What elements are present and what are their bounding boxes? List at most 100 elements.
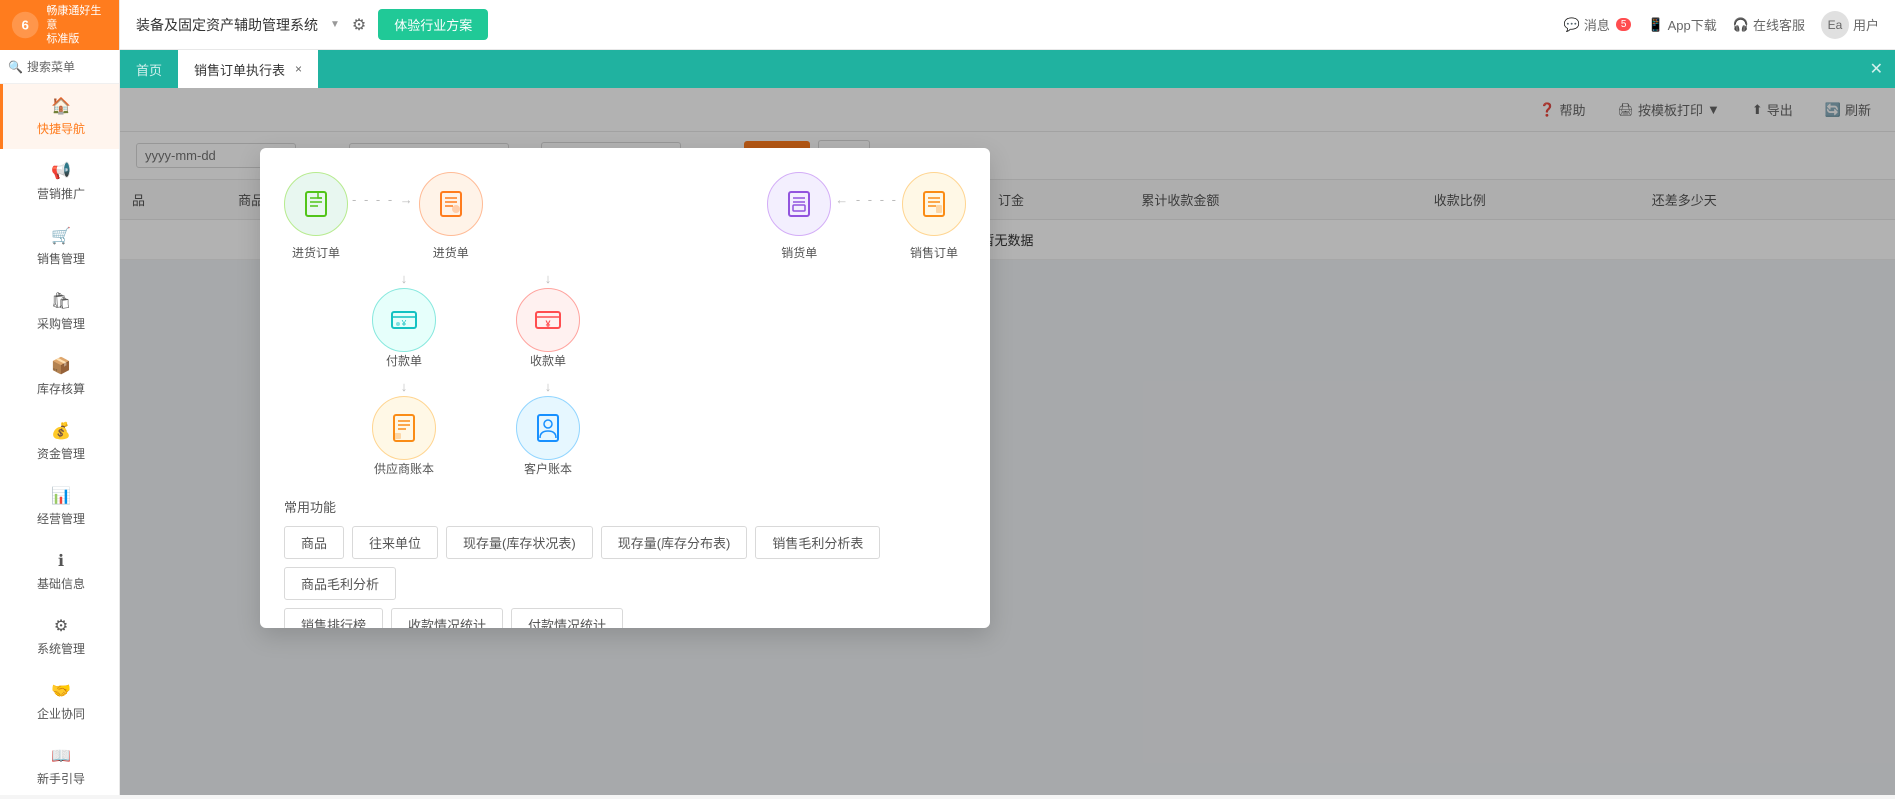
system-icon: ⚙: [54, 616, 68, 636]
common-btn-stock-status[interactable]: 现存量(库存状况表): [446, 526, 593, 559]
main-content: 装备及固定资产辅助管理系统 ▼ ⚙ 体验行业方案 💬 消息 5 📱 App下载 …: [120, 0, 1895, 795]
common-btn-product[interactable]: 商品: [284, 526, 344, 559]
arrow-so-to-sb: ← - - - -: [831, 172, 902, 207]
quick-nav-modal: 进货订单 - - - - → 进货单: [260, 148, 990, 628]
sales-bill-label: 销货单: [781, 244, 817, 261]
sidebar: 6 畅康通好生意 标准版 🔍 搜索菜单 🏠 快捷导航 📢 营销推广 🛒 销售管理…: [0, 0, 120, 795]
sidebar-item-quick-nav[interactable]: 🏠 快捷导航: [0, 84, 119, 149]
common-btn-payment-stats[interactable]: 付款情况统计: [511, 608, 623, 628]
home-icon: 🏠: [51, 96, 71, 116]
app-download-button[interactable]: 📱 App下载: [1647, 15, 1716, 34]
common-functions-section: 常用功能 商品 往来单位 现存量(库存状况表) 现存量(库存分布表) 销售毛利分…: [284, 497, 966, 628]
modal-overlay[interactable]: 进货订单 - - - - → 进货单: [120, 88, 1895, 795]
common-btn-stock-dist[interactable]: 现存量(库存分布表): [601, 526, 748, 559]
sidebar-label-quick-nav: 快捷导航: [37, 120, 85, 137]
sales-bill-icon: [767, 172, 831, 236]
sidebar-item-basic-info[interactable]: ℹ 基础信息: [0, 539, 119, 604]
common-btn-sales-rank[interactable]: 销售排行榜: [284, 608, 383, 628]
sidebar-search[interactable]: 🔍 搜索菜单: [0, 50, 119, 84]
sb-to-receipt-flow: ↓ ¥ 收款单: [516, 269, 580, 369]
sidebar-item-finance[interactable]: 💰 资金管理: [0, 409, 119, 474]
settings-button[interactable]: ⚙: [352, 15, 366, 35]
sidebar-label-inventory: 库存核算: [37, 380, 85, 397]
customer-ledger-icon[interactable]: [516, 396, 580, 460]
supplier-ledger-flow: ↓ 供应商账本: [372, 377, 436, 477]
sidebar-logo: 6 畅康通好生意 标准版: [0, 0, 119, 50]
message-label: 消息: [1584, 15, 1610, 34]
sales-icon: 🛒: [51, 226, 71, 246]
sales-order-icon: [902, 172, 966, 236]
sidebar-label-purchase: 采购管理: [37, 315, 85, 332]
user-menu[interactable]: Ea 用户: [1821, 11, 1879, 39]
online-service-icon: 🎧: [1733, 17, 1749, 33]
common-btn-sales-profit[interactable]: 销售毛利分析表: [755, 526, 880, 559]
purchase-order-node[interactable]: 进货订单: [284, 172, 348, 261]
operation-icon: 📊: [51, 486, 71, 506]
supplier-ledger-icon[interactable]: [372, 396, 436, 460]
tab-close-icon[interactable]: ×: [295, 62, 302, 76]
search-label: 搜索菜单: [27, 58, 75, 75]
app-download-label: App下载: [1668, 15, 1717, 34]
sidebar-label-enterprise: 企业协同: [37, 705, 85, 722]
sidebar-label-system: 系统管理: [37, 640, 85, 657]
tab-sales-order-label: 销售订单执行表: [194, 60, 285, 79]
sidebar-item-marketing[interactable]: 📢 营销推广: [0, 149, 119, 214]
sales-order-label: 销售订单: [910, 244, 958, 261]
avatar: Ea: [1821, 11, 1849, 39]
sidebar-item-system[interactable]: ⚙ 系统管理: [0, 604, 119, 669]
svg-text:¥: ¥: [401, 319, 407, 328]
down-arrow-pb: ↓: [401, 269, 408, 288]
tab-home-label: 首页: [136, 60, 162, 79]
page-area: ❓ 帮助 🖨 按模板打印 ▼ ⬆ 导出 🔄 刷新: [120, 88, 1895, 795]
logo-text: 畅康通好生意 标准版: [46, 4, 109, 47]
purchase-bill-node[interactable]: 进货单: [419, 172, 483, 261]
logo-icon: 6: [10, 9, 40, 41]
try-industry-button[interactable]: 体验行业方案: [378, 9, 488, 40]
receipt-bill-label: 收款单: [530, 352, 566, 369]
sidebar-item-enterprise[interactable]: 🤝 企业协同: [0, 669, 119, 734]
finance-icon: 💰: [51, 421, 71, 441]
customer-ledger-flow: ↓ 客户账本: [516, 377, 580, 477]
payment-bill-icon: ¥: [372, 288, 436, 352]
system-title: 装备及固定资产辅助管理系统: [136, 15, 318, 35]
common-btn-partner[interactable]: 往来单位: [352, 526, 438, 559]
sales-order-node[interactable]: 销售订单: [902, 172, 966, 261]
customer-ledger-label: 客户账本: [524, 460, 572, 477]
close-all-tabs-button[interactable]: ✕: [1870, 59, 1883, 79]
dropdown-arrow[interactable]: ▼: [330, 19, 340, 30]
payment-bill-label: 付款单: [386, 352, 422, 369]
marketing-icon: 📢: [51, 161, 71, 181]
sidebar-item-sales[interactable]: 🛒 销售管理: [0, 214, 119, 279]
purchase-bill-icon: [419, 172, 483, 236]
common-buttons-row1: 商品 往来单位 现存量(库存状况表) 现存量(库存分布表) 销售毛利分析表 商品…: [284, 526, 966, 600]
tab-sales-order[interactable]: 销售订单执行表 ×: [178, 50, 318, 88]
enterprise-icon: 🤝: [51, 681, 71, 701]
top-bar-actions: 💬 消息 5 📱 App下载 🎧 在线客服 Ea 用户: [1564, 11, 1879, 39]
app-download-icon: 📱: [1647, 17, 1663, 33]
pb-to-payment-flow: ↓ ¥ 付款单: [372, 269, 436, 369]
sidebar-item-new-guide[interactable]: 📖 新手引导: [0, 734, 119, 799]
sidebar-item-inventory[interactable]: 📦 库存核算: [0, 344, 119, 409]
sidebar-label-new-guide: 新手引导: [37, 770, 85, 787]
message-badge: 5: [1616, 18, 1632, 31]
common-btn-receipt-stats[interactable]: 收款情况统计: [391, 608, 503, 628]
purchase-bill-label: 进货单: [433, 244, 469, 261]
sales-bill-node[interactable]: 销货单: [767, 172, 831, 261]
purchase-icon: 🛍: [51, 291, 71, 311]
sidebar-label-basic-info: 基础信息: [37, 575, 85, 592]
tab-home[interactable]: 首页: [120, 50, 178, 88]
new-guide-icon: 📖: [51, 746, 71, 766]
sidebar-item-purchase[interactable]: 🛍 采购管理: [0, 279, 119, 344]
svg-text:6: 6: [21, 18, 28, 33]
search-icon: 🔍: [8, 60, 23, 74]
sidebar-label-finance: 资金管理: [37, 445, 85, 462]
online-service-button[interactable]: 🎧 在线客服: [1733, 15, 1805, 34]
common-btn-product-profit[interactable]: 商品毛利分析: [284, 567, 396, 600]
sidebar-item-operation[interactable]: 📊 经营管理: [0, 474, 119, 539]
down-arrow-payment: ↓: [401, 377, 408, 396]
message-button[interactable]: 💬 消息 5: [1564, 15, 1632, 34]
user-name: 用户: [1853, 15, 1879, 34]
tabs-bar: 首页 销售订单执行表 × ✕: [120, 50, 1895, 88]
purchase-order-icon: [284, 172, 348, 236]
sidebar-label-sales: 销售管理: [37, 250, 85, 267]
